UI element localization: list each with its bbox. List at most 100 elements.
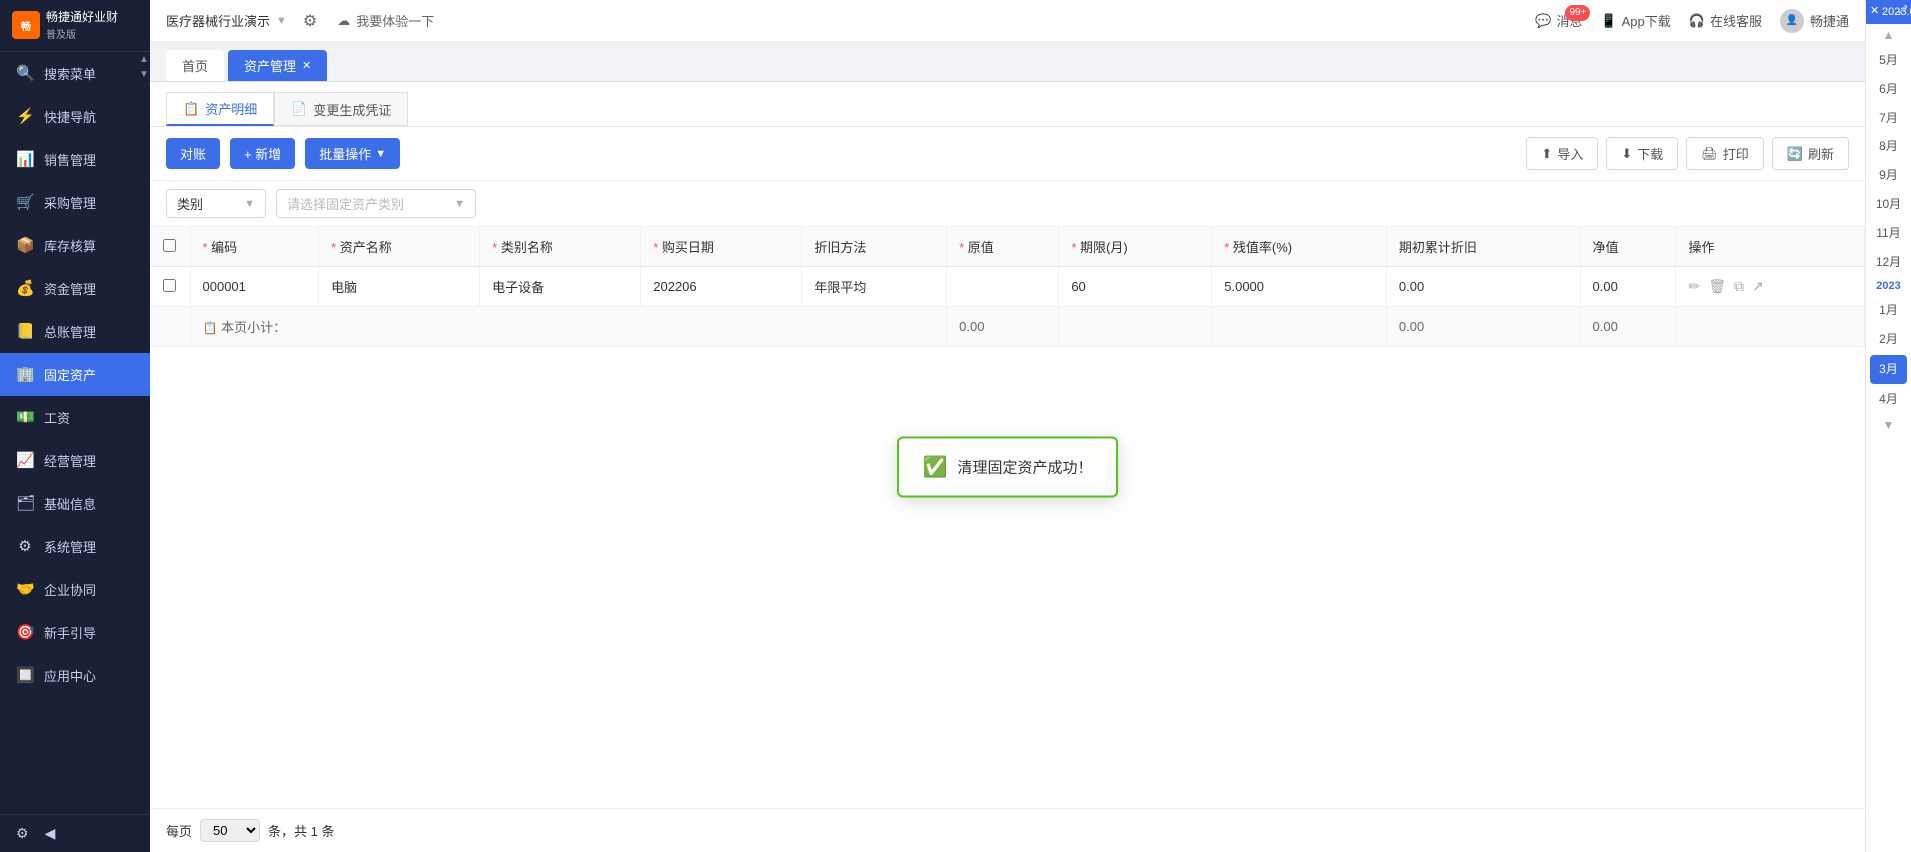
more-icon[interactable]: ↗ [1752, 278, 1764, 295]
tab-asset-management[interactable]: 资产管理 ✕ [228, 50, 327, 81]
sidebar-label-inventory: 库存核算 [44, 236, 96, 255]
calendar-month-item[interactable]: 11月 [1866, 219, 1911, 248]
th-purchase-date: * 购买日期 [641, 227, 802, 267]
th-category: * 类别名称 [480, 227, 641, 267]
filter-category-label: 类别 [177, 194, 203, 213]
table-row: 000001 电脑 电子设备 202206 年限平均 60 5.0000 0.0… [150, 267, 1865, 307]
filter-category-dropdown-icon: ▼ [244, 198, 255, 210]
download-button[interactable]: ⬇ 下载 [1606, 137, 1678, 170]
toast-message: 清理固定资产成功！ [957, 457, 1092, 478]
tab-close-icon[interactable]: ✕ [302, 59, 311, 72]
calendar-up-btn[interactable]: ▲ [1881, 26, 1897, 44]
per-page-select[interactable]: 50 10 20 100 [200, 819, 260, 842]
category-filter-select[interactable]: 类别 ▼ [166, 189, 266, 218]
online-service-action[interactable]: 🎧 在线客服 [1689, 11, 1762, 30]
copy-icon[interactable]: ⧉ [1734, 278, 1744, 295]
app-download-action[interactable]: 📱 App下载 [1600, 11, 1670, 30]
basic-info-icon: 🗂 [16, 494, 34, 512]
th-code: * 编码 [190, 227, 319, 267]
brand-name: 畅捷通好业财 [46, 10, 118, 26]
subtotal-label: 本页小计： [221, 320, 286, 335]
new-button[interactable]: + 新增 [230, 138, 295, 169]
reconcile-button[interactable]: 对账 [166, 138, 220, 169]
th-checkbox [150, 227, 190, 267]
app-download-icon: 📱 [1600, 13, 1616, 29]
sidebar-scroll-down[interactable]: ▼ [139, 69, 149, 80]
sidebar-item-app-center[interactable]: 🔲 应用中心 [0, 654, 150, 697]
sidebar-item-system[interactable]: ⚙ 系统管理 [0, 525, 150, 568]
sidebar-item-sales[interactable]: 📊 销售管理 [0, 138, 150, 181]
calendar-month-item[interactable]: 7月 [1866, 104, 1911, 133]
sidebar-item-fixed-assets[interactable]: 🏢 固定资产 [0, 353, 150, 396]
toast-overlay: ✅ 清理固定资产成功！ [897, 437, 1119, 498]
sidebar-item-search[interactable]: 🔍 搜索菜单 [0, 52, 150, 95]
table-container: * 编码 * 资产名称 * 类别名称 * 购买日期 折旧方法 * 原值 * 期限… [150, 227, 1865, 808]
calendar-month-item[interactable]: 3月 [1870, 355, 1907, 384]
calendar-month-item[interactable]: 10月 [1866, 190, 1911, 219]
sub-tab-change-voucher[interactable]: 📄 变更生成凭证 [274, 92, 408, 126]
subtotal-label-cell: 📋 本页小计： [190, 307, 947, 347]
select-all-checkbox[interactable] [163, 239, 176, 252]
sidebar-scroll-up[interactable]: ▲ [139, 54, 149, 65]
import-button[interactable]: ⬆ 导入 [1526, 137, 1598, 170]
sub-tab-asset-detail-label: 资产明细 [205, 99, 257, 118]
message-action[interactable]: 💬 消息 99+ [1535, 11, 1582, 30]
tab-bar: 首页 资产管理 ✕ [150, 42, 1865, 82]
sidebar-item-guide[interactable]: 🎯 新手引导 [0, 611, 150, 654]
calendar-month-item[interactable]: 2月 [1866, 325, 1911, 354]
sidebar-label-enterprise: 企业协同 [44, 580, 96, 599]
delete-icon[interactable]: 🗑 [1708, 278, 1726, 295]
th-residual-rate: * 残值率(%) [1212, 227, 1387, 267]
calendar-month-item[interactable]: 9月 [1866, 161, 1911, 190]
tab-asset-management-label: 资产管理 [244, 56, 296, 75]
change-voucher-icon: 📄 [291, 101, 307, 117]
calendar-header: ✕ 2023.03 ⤢ [1866, 0, 1911, 24]
collapse-icon[interactable]: ◀ [45, 825, 56, 842]
calendar-month-item[interactable]: 4月 [1866, 385, 1911, 414]
enterprise-icon: 🤝 [16, 580, 34, 598]
batch-button[interactable]: 批量操作 ▼ [305, 138, 400, 169]
sidebar-item-basic-info[interactable]: 🗂 基础信息 [0, 482, 150, 525]
calendar-month-item[interactable]: 6月 [1866, 75, 1911, 104]
sidebar-label-purchase: 采购管理 [44, 193, 96, 212]
refresh-button[interactable]: 🔄 刷新 [1772, 137, 1849, 170]
import-icon: ⬆ [1541, 146, 1552, 162]
calendar-nav: ▲ [1866, 24, 1911, 46]
experience-button[interactable]: ☁ 我要体验一下 [337, 11, 434, 30]
sidebar-item-quick-nav[interactable]: ⚡ 快捷导航 [0, 95, 150, 138]
settings-bottom-icon[interactable]: ⚙ [16, 825, 29, 842]
subtotal-empty-cell [150, 307, 190, 347]
expand-calendar-icon[interactable]: ⤢ [1898, 4, 1907, 17]
sidebar-item-funds[interactable]: 💰 资金管理 [0, 267, 150, 310]
user-profile[interactable]: 👤 畅捷通 [1780, 9, 1849, 33]
sub-tab-asset-detail[interactable]: 📋 资产明细 [166, 92, 274, 126]
sidebar-item-purchase[interactable]: 🛒 采购管理 [0, 181, 150, 224]
tab-home[interactable]: 首页 [166, 50, 224, 81]
calendar-month-item[interactable]: 5月 [1866, 46, 1911, 75]
sidebar-item-operations[interactable]: 📈 经营管理 [0, 439, 150, 482]
table-header-row: * 编码 * 资产名称 * 类别名称 * 购买日期 折旧方法 * 原值 * 期限… [150, 227, 1865, 267]
category-placeholder: 请选择固定资产类别 [287, 194, 404, 213]
sub-tab-change-voucher-label: 变更生成凭证 [313, 100, 391, 119]
calendar-month-item[interactable]: 12月 [1866, 248, 1911, 277]
sidebar-item-enterprise[interactable]: 🤝 企业协同 [0, 568, 150, 611]
row-checkbox[interactable] [163, 279, 176, 292]
sidebar-label-app-center: 应用中心 [44, 666, 96, 685]
sidebar-item-inventory[interactable]: 📦 库存核算 [0, 224, 150, 267]
sidebar-header: 畅 畅捷通好业财 普及版 [0, 0, 150, 52]
close-calendar-icon[interactable]: ✕ [1870, 4, 1879, 17]
calendar-month-item[interactable]: 8月 [1866, 132, 1911, 161]
sidebar-item-payroll[interactable]: 💵 工资 [0, 396, 150, 439]
category-input-select[interactable]: 请选择固定资产类别 ▼ [276, 189, 476, 218]
main-content: 医疗器械行业演示 ▼ ⚙ ☁ 我要体验一下 💬 消息 99+ 📱 App下载 🎧… [150, 0, 1865, 852]
edit-icon[interactable]: ✏ [1688, 278, 1700, 295]
td-code: 000001 [190, 267, 319, 307]
header-settings-icon[interactable]: ⚙ [303, 11, 317, 31]
calendar-nav-bottom: ▼ [1866, 414, 1911, 436]
sidebar-item-ledger[interactable]: 📒 总账管理 [0, 310, 150, 353]
ledger-icon: 📒 [16, 322, 34, 340]
calendar-month-item[interactable]: 1月 [1866, 296, 1911, 325]
print-button[interactable]: 🖨 打印 [1686, 137, 1764, 170]
calendar-down-btn[interactable]: ▼ [1881, 416, 1897, 434]
company-selector[interactable]: 医疗器械行业演示 ▼ [166, 11, 287, 30]
